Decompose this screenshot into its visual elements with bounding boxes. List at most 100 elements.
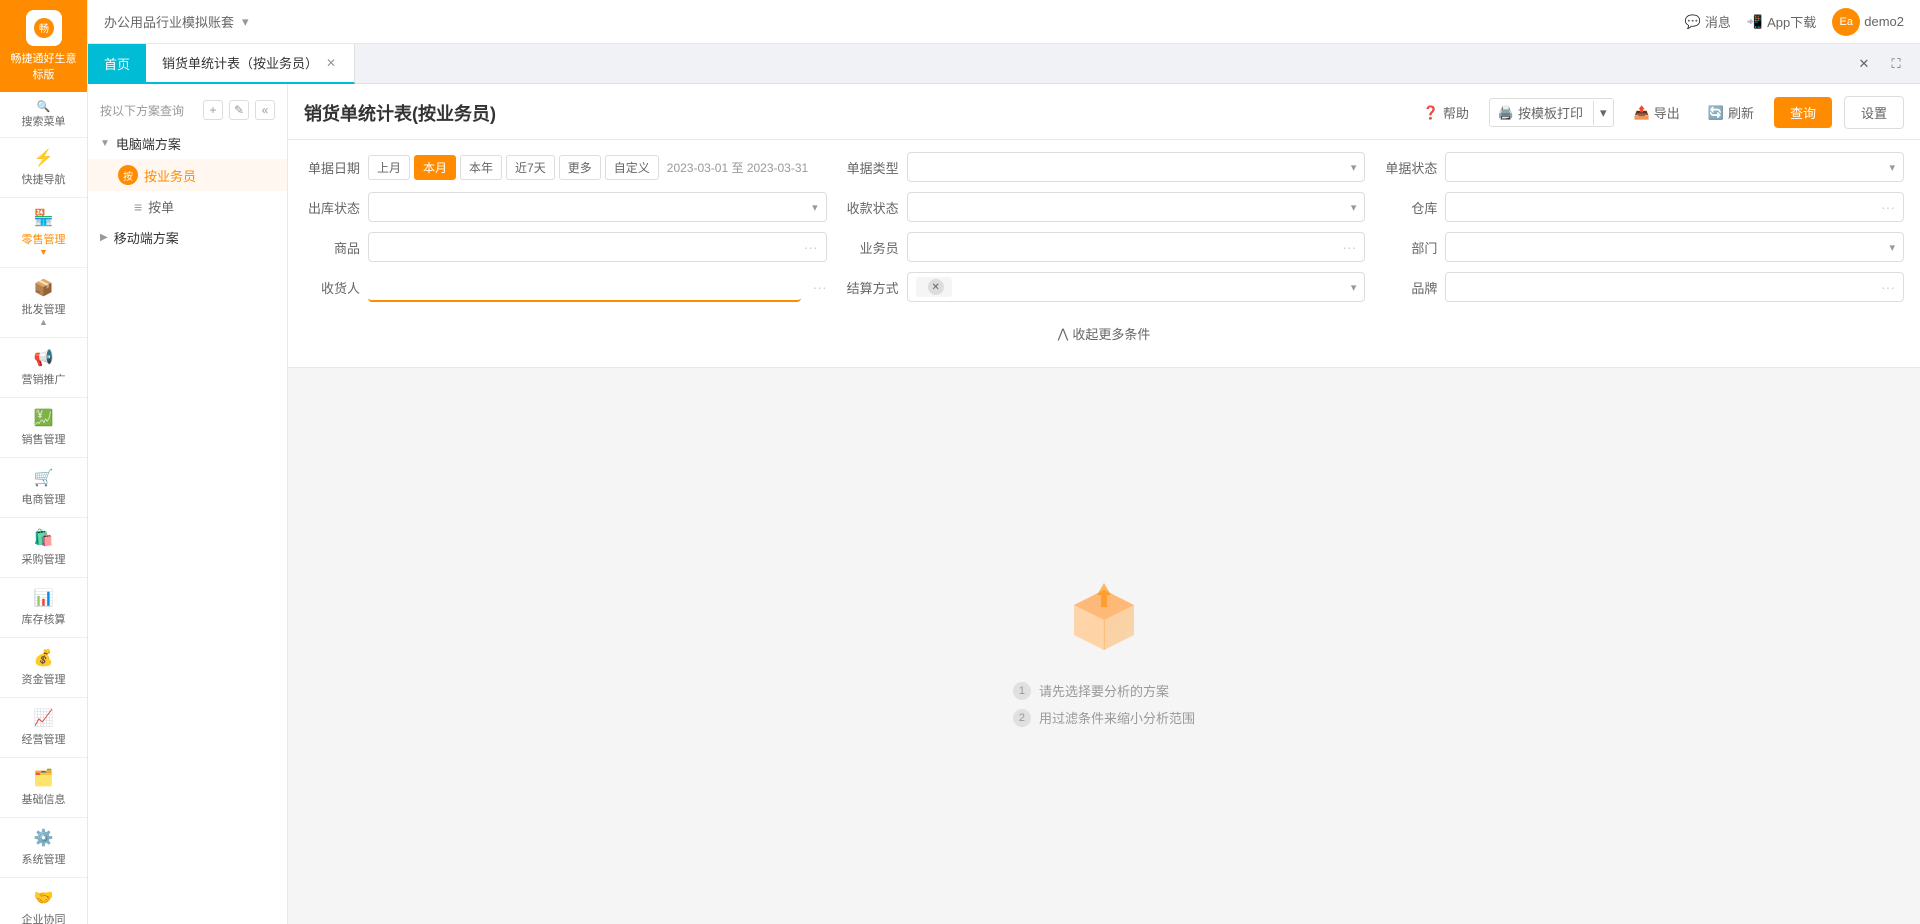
sidebar-finance-label: 资金管理: [22, 671, 66, 687]
print-dropdown[interactable]: 🖨️ 按模板打印 ▾: [1489, 98, 1614, 127]
status-select[interactable]: ▾: [1445, 152, 1904, 182]
sidebar-item-enterprise[interactable]: 🤝 企业协同: [0, 878, 87, 924]
tab-sales-stat[interactable]: 销货单统计表（按业务员） ✕: [146, 44, 355, 84]
collapse-panel-btn[interactable]: «: [255, 100, 275, 120]
settlement-chevron-icon: ▾: [1351, 281, 1357, 294]
sidebar-item-system[interactable]: ⚙️ 系统管理: [0, 818, 87, 878]
settlement-select[interactable]: ✕ ▾: [907, 272, 1366, 302]
recipient-input[interactable]: [368, 272, 801, 302]
add-scheme-btn[interactable]: +: [203, 100, 223, 120]
sidebar-item-finance[interactable]: 💰 资金管理: [0, 638, 87, 698]
sidebar-item-sales[interactable]: 💹 销售管理: [0, 398, 87, 458]
sidebar-item-quicknav[interactable]: ⚡ 快捷导航: [0, 138, 87, 198]
scheme-group-mobile-label: 移动端方案: [114, 228, 179, 247]
enterprise-icon: 🤝: [34, 888, 54, 908]
empty-state: 1 请先选择要分析的方案 2 用过滤条件来缩小分析范围: [1013, 565, 1195, 727]
date-btn-lastmonth[interactable]: 上月: [368, 155, 410, 180]
mobile-expand-icon: ▶: [100, 232, 108, 243]
collectstatus-select[interactable]: ▾: [907, 192, 1366, 222]
finance-icon: 💰: [34, 648, 54, 668]
sidebar-enterprise-label: 企业协同: [22, 911, 66, 924]
sidebar-marketing-label: 营销推广: [22, 371, 66, 387]
warehouse-select[interactable]: ···: [1445, 192, 1904, 222]
tab-maximize-btn[interactable]: ⛶: [1884, 52, 1908, 76]
sidebar-retail-label: 零售管理: [22, 231, 66, 247]
print-btn[interactable]: 🖨️ 按模板打印: [1490, 99, 1591, 126]
tab-close-window-btn[interactable]: ✕: [1852, 52, 1876, 76]
sidebar-item-search[interactable]: 🔍 搜索菜单: [0, 92, 87, 138]
date-btn-more[interactable]: 更多: [559, 155, 601, 180]
export-btn[interactable]: 📤 导出: [1626, 99, 1688, 126]
date-btn-thismonth[interactable]: 本月: [414, 155, 456, 180]
sidebar-item-retail[interactable]: 🏪 零售管理 ▼: [0, 198, 87, 268]
scheme-item-salesperson[interactable]: 按 按业务员: [88, 159, 287, 191]
goods-select[interactable]: ···: [368, 232, 827, 262]
recipient-dots-icon[interactable]: ···: [813, 279, 827, 295]
edit-scheme-btn[interactable]: ✎: [229, 100, 249, 120]
filter-warehouse-field: 仓库 ···: [1381, 192, 1904, 222]
tip2-text: 用过滤条件来缩小分析范围: [1039, 708, 1195, 727]
breadcrumb-dropdown-icon[interactable]: ▾: [242, 14, 249, 30]
scheme-group-mobile-header[interactable]: ▶ 移动端方案: [88, 222, 287, 253]
brand-select[interactable]: ···: [1445, 272, 1904, 302]
refresh-btn[interactable]: 🔄 刷新: [1700, 99, 1762, 126]
scheme-group-mobile: ▶ 移动端方案: [88, 222, 287, 253]
filter-settlement-field: 结算方式 ✕ ▾: [843, 272, 1366, 302]
outstatus-label: 出库状态: [304, 198, 360, 217]
tab-sales-stat-label: 销货单统计表（按业务员）: [162, 53, 318, 72]
avatar-initials: Ea: [1840, 16, 1853, 28]
warehouse-dots-icon[interactable]: ···: [1881, 199, 1895, 215]
app-download-btn[interactable]: 📲 App下载: [1747, 12, 1816, 31]
tip1-num: 1: [1013, 682, 1031, 700]
page-header: 销货单统计表(按业务员) ❓ 帮助 🖨️ 按模板打印 ▾ 📤: [288, 84, 1920, 140]
sidebar-item-marketing[interactable]: 📢 营销推广: [0, 338, 87, 398]
message-btn[interactable]: 💬 消息: [1685, 12, 1731, 31]
collapse-row: ⋀ 收起更多条件: [304, 312, 1904, 355]
salesperson-select[interactable]: ···: [907, 232, 1366, 262]
settings-btn[interactable]: 设置: [1844, 96, 1904, 129]
sidebar-wholesale-label: 批发管理: [22, 301, 66, 317]
dept-select[interactable]: ▾: [1445, 232, 1904, 262]
sidebar-item-basic[interactable]: 🗂️ 基础信息: [0, 758, 87, 818]
help-btn[interactable]: ❓ 帮助: [1415, 99, 1477, 126]
filter-salesperson-field: 业务员 ···: [843, 232, 1366, 262]
tab-home[interactable]: 首页: [88, 44, 146, 84]
print-dropdown-arrow[interactable]: ▾: [1593, 101, 1613, 125]
filter-goods-field: 商品 ···: [304, 232, 827, 262]
brand-dots-icon[interactable]: ···: [1881, 279, 1895, 295]
tab-close-btn[interactable]: ✕: [324, 54, 338, 72]
sidebar-item-operations[interactable]: 📈 经营管理: [0, 698, 87, 758]
user-name: demo2: [1864, 14, 1904, 29]
user-profile[interactable]: Ea demo2: [1832, 8, 1904, 36]
filter-status-field: 单据状态 ▾: [1381, 152, 1904, 182]
date-btn-thisyear[interactable]: 本年: [460, 155, 502, 180]
type-chevron-icon: ▾: [1351, 161, 1357, 174]
goods-dots-icon[interactable]: ···: [804, 239, 818, 255]
content-area: 1 请先选择要分析的方案 2 用过滤条件来缩小分析范围: [288, 368, 1920, 924]
collapse-btn[interactable]: ⋀ 收起更多条件: [1058, 318, 1151, 349]
type-select[interactable]: ▾: [907, 152, 1366, 182]
avatar[interactable]: Ea: [1832, 8, 1860, 36]
date-btn-custom[interactable]: 自定义: [605, 155, 659, 180]
collapse-label: 收起更多条件: [1072, 324, 1150, 343]
sidebar-item-inventory[interactable]: 📊 库存核算: [0, 578, 87, 638]
type-label: 单据类型: [843, 158, 899, 177]
date-btn-7days[interactable]: 近7天: [506, 155, 555, 180]
filter-brand-field: 品牌 ···: [1381, 272, 1904, 302]
date-filter: 上月 本月 本年 近7天 更多 自定义 2023-03-01 至 2023-03…: [368, 155, 827, 180]
sidebar-logo[interactable]: 畅 畅捷通好生意 标版: [0, 0, 87, 92]
query-btn[interactable]: 查询: [1774, 97, 1832, 128]
dept-label: 部门: [1381, 238, 1437, 257]
purchase-icon: 🛍️: [34, 528, 54, 548]
sidebar-item-ecommerce[interactable]: 🛒 电商管理: [0, 458, 87, 518]
sidebar-item-wholesale[interactable]: 📦 批发管理 ▲: [0, 268, 87, 338]
left-panel-title: 按以下方案查询: [100, 102, 184, 119]
scheme-item-byorder[interactable]: ≡ 按单: [88, 191, 287, 222]
sidebar-item-purchase[interactable]: 🛍️ 采购管理: [0, 518, 87, 578]
system-icon: ⚙️: [34, 828, 54, 848]
settlement-tag-close[interactable]: ✕: [928, 279, 944, 295]
scheme-group-desktop-header[interactable]: ▼ 电脑端方案: [88, 128, 287, 159]
salesperson-label: 业务员: [843, 238, 899, 257]
salesperson-dots-icon[interactable]: ···: [1342, 239, 1356, 255]
outstatus-select[interactable]: ▾: [368, 192, 827, 222]
